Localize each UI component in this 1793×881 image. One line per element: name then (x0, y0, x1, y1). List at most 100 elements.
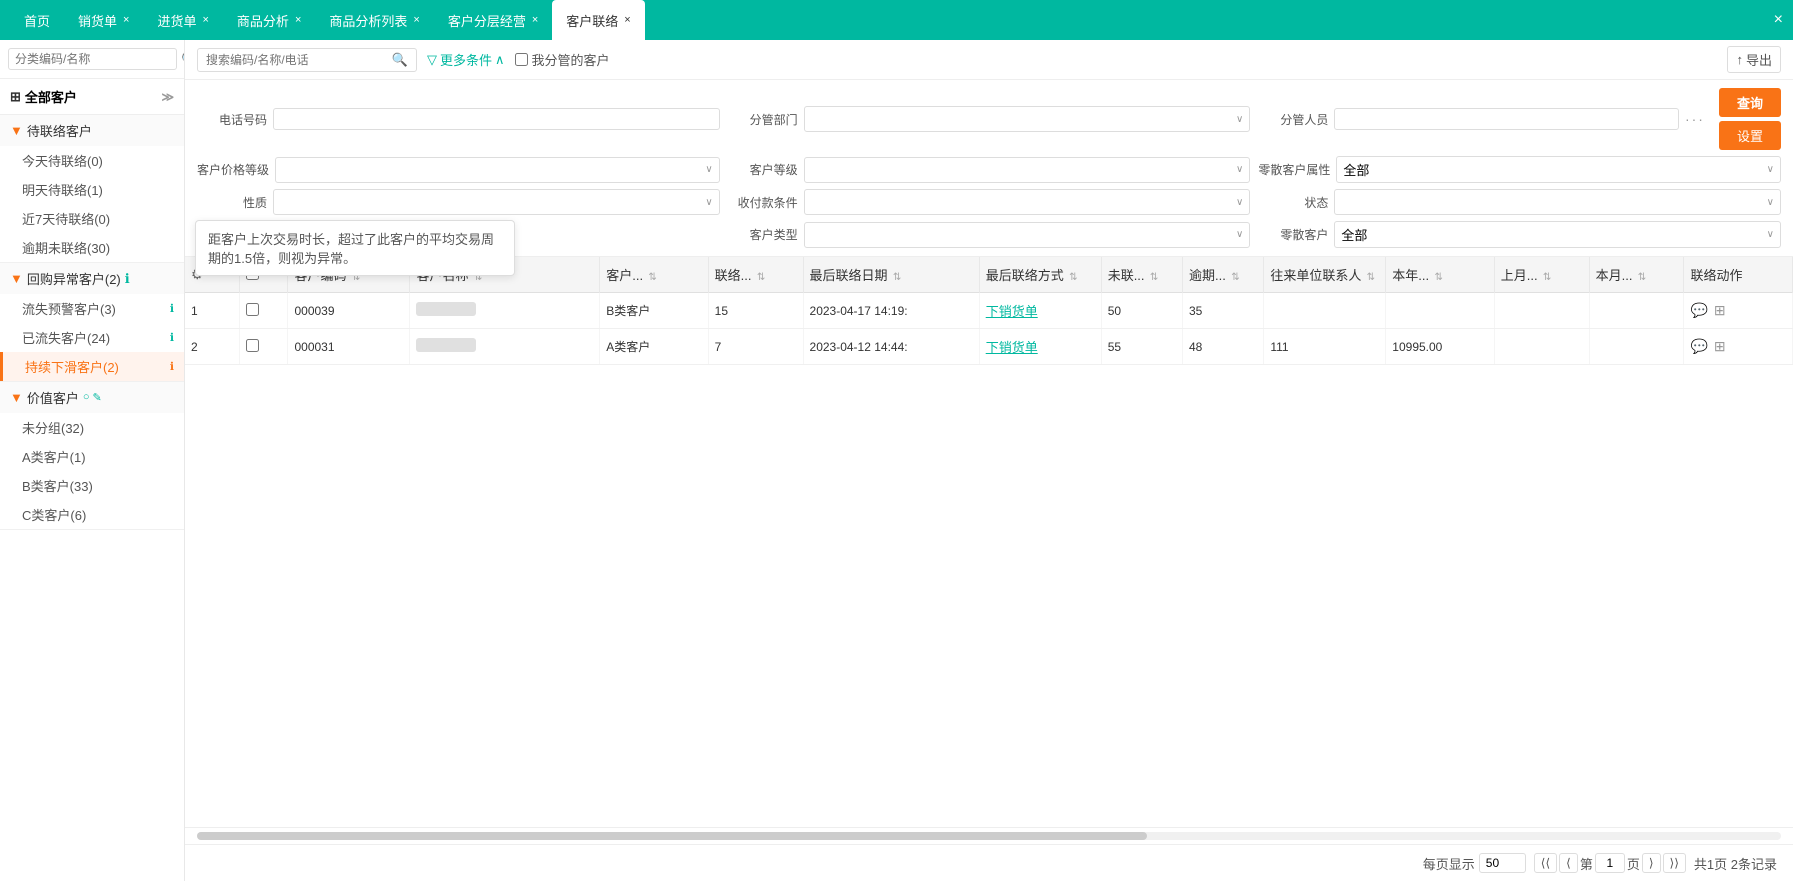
th-lastway[interactable]: 最后联络方式 ⇅ (979, 257, 1101, 293)
sort-thisyear-icon: ⇅ (1434, 272, 1442, 283)
sidebar-item-class-c[interactable]: C类客户(6) (0, 500, 184, 529)
sidebar-collapse-icon[interactable]: ≫ (161, 90, 174, 104)
export-button[interactable]: ↑ 导出 (1727, 46, 1781, 73)
contact-icon-1[interactable]: 💬 (1690, 338, 1707, 355)
lastway-link-0[interactable]: 下销货单 (986, 304, 1038, 319)
my-customers-checkbox-wrap: 我分管的客户 (515, 50, 610, 69)
cell-check-1[interactable] (239, 329, 288, 365)
tab-home[interactable]: 首页 (10, 0, 64, 40)
th-lastmonth[interactable]: 上月... ⇅ (1494, 257, 1589, 293)
cell-lastdate-0: 2023-04-17 14:19: (803, 293, 979, 329)
th-overdue[interactable]: 逾期... ⇅ (1183, 257, 1264, 293)
tab-sales-order[interactable]: 销货单 × (64, 0, 143, 40)
sidebar-item-7days[interactable]: 近7天待联络(0) (0, 204, 184, 233)
sidebar-item-class-b[interactable]: B类客户(33) (0, 471, 184, 500)
th-nocontact[interactable]: 未联... ⇅ (1101, 257, 1182, 293)
tab-customer-tier[interactable]: 客户分层经营 × (434, 0, 552, 40)
sidebar-item-lost[interactable]: 已流失客户(24) ℹ (0, 323, 184, 352)
manager-input[interactable] (1334, 108, 1679, 130)
retail-customer-select[interactable]: 全部 ∨ (1334, 221, 1781, 248)
row-checkbox-0[interactable] (246, 303, 259, 316)
cell-lastdate-1: 2023-04-12 14:44: (803, 329, 979, 365)
sidebar-item-lost-warning[interactable]: 流失预警客户(3) ℹ (0, 294, 184, 323)
th-level[interactable]: 客户... ⇅ (600, 257, 708, 293)
sidebar-all-customers[interactable]: ⊞ 全部客户 ≫ (0, 79, 184, 115)
sidebar-group-pending-title[interactable]: ▼ 待联络客户 (0, 115, 184, 146)
sidebar-search-input[interactable] (8, 48, 177, 70)
filter-phone: 电话号码 (197, 88, 720, 150)
row-checkbox-1[interactable] (246, 339, 259, 352)
info-icon-declining[interactable]: ℹ (170, 360, 174, 373)
cell-thismonth-0 (1589, 293, 1684, 329)
retail-attr-select[interactable]: 全部 ∨ (1336, 156, 1781, 183)
close-tab-customer-contact[interactable]: × (624, 14, 630, 26)
sidebar-item-declining[interactable]: 持续下滑客户(2) ℹ (0, 352, 184, 381)
sidebar-group-repurchase-title[interactable]: ▼ 回购异常客户(2) ℹ (0, 263, 184, 294)
filter-price-level: 客户价格等级 ∨ (197, 156, 720, 183)
close-tab-customer-tier[interactable]: × (532, 14, 538, 26)
search-input[interactable] (206, 53, 388, 67)
tab-product-analysis[interactable]: 商品分析 × (223, 0, 315, 40)
my-customers-checkbox[interactable] (515, 53, 528, 66)
sidebar-item-tomorrow[interactable]: 明天待联络(1) (0, 175, 184, 204)
tab-product-analysis-list[interactable]: 商品分析列表 × (315, 0, 433, 40)
prev-page-button[interactable]: ⟨ (1559, 853, 1578, 873)
circle-icon-value[interactable]: ○ (83, 391, 90, 404)
th-thisyear[interactable]: 本年... ⇅ (1386, 257, 1494, 293)
th-thismonth[interactable]: 本月... ⇅ (1589, 257, 1684, 293)
cell-nocontact-0: 50 (1101, 293, 1182, 329)
table-row: 1 000039 B类客户 15 2023-04-17 14:19: 下销货单 … (185, 293, 1793, 329)
status-select[interactable]: ∨ (1334, 189, 1781, 215)
more-conditions-btn[interactable]: ▽ 更多条件 ∧ (427, 50, 505, 69)
close-tab-purchase-order[interactable]: × (202, 14, 208, 26)
scrollbar-thumb[interactable] (197, 832, 1147, 840)
cell-lastway-1[interactable]: 下销货单 (979, 329, 1101, 365)
search-bar-icon[interactable]: 🔍 (392, 52, 408, 68)
blurred-name-0 (416, 302, 476, 316)
th-contact[interactable]: 联络... ⇅ (708, 257, 803, 293)
sidebar-item-today[interactable]: 今天待联络(0) (0, 146, 184, 175)
close-tab-product-analysis-list[interactable]: × (413, 14, 419, 26)
first-page-button[interactable]: ⟨⟨ (1534, 853, 1557, 873)
dept-select[interactable]: ∨ (804, 106, 1251, 132)
info-icon-repurchase[interactable]: ℹ (125, 271, 130, 287)
edit-icon-value[interactable]: ✎ (93, 391, 102, 404)
cell-lastway-0[interactable]: 下销货单 (979, 293, 1101, 329)
customer-type-select[interactable]: ∨ (804, 222, 1251, 248)
next-page-button[interactable]: ⟩ (1642, 853, 1661, 873)
more-icon-0[interactable]: ⊞ (1714, 302, 1726, 319)
page-number-input[interactable] (1595, 853, 1625, 873)
sidebar-item-class-a[interactable]: A类客户(1) (0, 442, 184, 471)
cell-check-0[interactable] (239, 293, 288, 329)
customer-level-select[interactable]: ∨ (804, 157, 1251, 183)
pagination-bar: 每页显示 50 100 200 ⟨⟨ ⟨ 第 页 ⟩ ⟩⟩ 共1页 2条记录 (185, 844, 1793, 881)
th-lastdate[interactable]: 最后联络日期 ⇅ (803, 257, 979, 293)
sidebar-item-overdue[interactable]: 逾期未联络(30) (0, 233, 184, 262)
query-button[interactable]: 查询 (1719, 88, 1781, 117)
phone-input[interactable] (273, 108, 720, 130)
th-relation[interactable]: 往来单位联系人 ⇅ (1264, 257, 1386, 293)
info-icon-lost[interactable]: ℹ (170, 331, 174, 344)
close-tab-sales-order[interactable]: × (123, 14, 129, 26)
sidebar-item-unclassified[interactable]: 未分组(32) (0, 413, 184, 442)
sidebar-group-value-title[interactable]: ▼ 价值客户 ○ ✎ (0, 382, 184, 413)
table-row: 2 000031 A类客户 7 2023-04-12 14:44: 下销货单 5… (185, 329, 1793, 365)
tab-customer-contact[interactable]: 客户联络 × (552, 0, 644, 40)
tab-purchase-order[interactable]: 进货单 × (143, 0, 222, 40)
cell-thisyear-1: 10995.00 (1386, 329, 1494, 365)
contact-icon-0[interactable]: 💬 (1690, 302, 1707, 319)
settings-button[interactable]: 设置 (1719, 121, 1781, 150)
nature-select[interactable]: ∨ (273, 189, 720, 215)
info-icon-lost-warning[interactable]: ℹ (170, 302, 174, 315)
per-page-select[interactable]: 50 100 200 (1479, 853, 1526, 873)
more-icon-1[interactable]: ⊞ (1714, 338, 1726, 355)
close-tab-product-analysis[interactable]: × (295, 14, 301, 26)
horizontal-scrollbar[interactable] (197, 832, 1781, 840)
payment-select[interactable]: ∨ (804, 189, 1251, 215)
lastway-link-1[interactable]: 下销货单 (986, 340, 1038, 355)
close-all-tabs[interactable]: × (1774, 11, 1783, 29)
sidebar-search-bar: 🔍 (0, 40, 184, 79)
last-page-button[interactable]: ⟩⟩ (1663, 853, 1686, 873)
price-level-select[interactable]: ∨ (275, 157, 720, 183)
manager-dots[interactable]: ··· (1685, 111, 1705, 127)
